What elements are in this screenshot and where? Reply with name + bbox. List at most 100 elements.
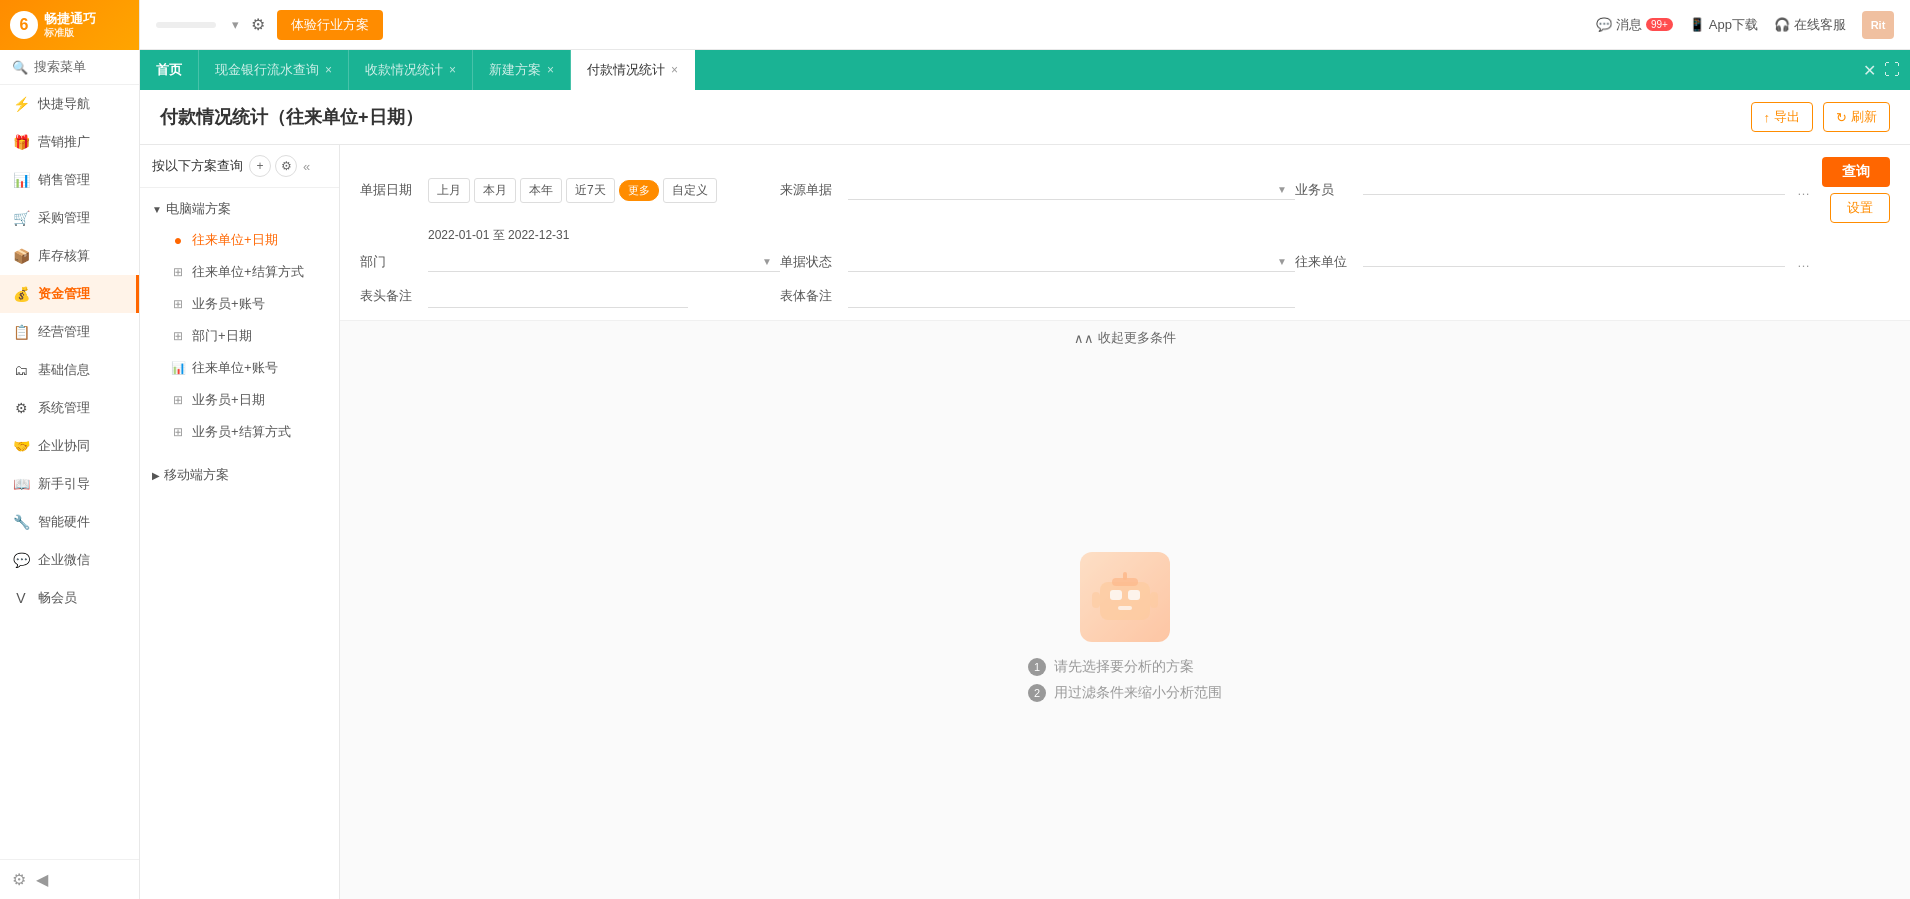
header-note-input[interactable] — [428, 284, 688, 308]
brand-text: 畅捷通巧 标准版 — [44, 11, 96, 39]
hardware-icon: 🔧 — [12, 513, 30, 531]
source-label: 来源单据 — [780, 181, 840, 199]
user-dropdown-icon[interactable]: ▾ — [232, 17, 239, 32]
scheme-item-unit-date[interactable]: ● 往来单位+日期 — [140, 224, 339, 256]
sidebar-search[interactable]: 🔍 搜索菜单 — [0, 50, 139, 85]
query-btn[interactable]: 查询 — [1822, 157, 1890, 187]
dept-label: 部门 — [360, 253, 420, 271]
sidebar-item-member[interactable]: V 畅会员 — [0, 579, 139, 617]
tab-home[interactable]: 首页 — [140, 50, 199, 90]
filter-actions: 查询 设置 — [1810, 157, 1890, 223]
tab-expand-icon[interactable]: ⛶ — [1884, 61, 1900, 79]
tab-new-scheme[interactable]: 新建方案 × — [473, 50, 571, 90]
scheme-settings-btn[interactable]: ⚙ — [275, 155, 297, 177]
source-dropdown-icon: ▼ — [1277, 184, 1287, 195]
scheme-item-unit-account[interactable]: 📊 往来单位+账号 — [140, 352, 339, 384]
topbar-settings-icon[interactable]: ⚙ — [251, 15, 265, 34]
counterpart-input-wrapper[interactable] — [1363, 258, 1785, 267]
date-btn-last-month[interactable]: 上月 — [428, 178, 470, 203]
filter-settings-btn[interactable]: 设置 — [1830, 193, 1890, 223]
doc-status-dropdown-icon: ▼ — [1277, 256, 1287, 267]
app-download-btn[interactable]: 📱 App下载 — [1689, 16, 1758, 34]
tab-close-all-icon[interactable]: ✕ — [1863, 61, 1876, 80]
scheme-add-btn[interactable]: + — [249, 155, 271, 177]
sidebar-item-capital[interactable]: 💰 资金管理 — [0, 275, 139, 313]
scheme-item-dept-date[interactable]: ⊞ 部门+日期 — [140, 320, 339, 352]
dept-dropdown-icon: ▼ — [762, 256, 772, 267]
scheme-item-unit-settle[interactable]: ⊞ 往来单位+结算方式 — [140, 256, 339, 288]
sidebar: 6 畅捷通巧 标准版 🔍 搜索菜单 ⚡ 快捷导航 🎁 营销推广 📊 销售管理 🛒… — [0, 0, 140, 899]
tab-close-receipt-stats[interactable]: × — [449, 63, 456, 77]
date-btn-this-month[interactable]: 本月 — [474, 178, 516, 203]
sidebar-item-hardware[interactable]: 🔧 智能硬件 — [0, 503, 139, 541]
collapse-filter-btn[interactable]: ∧∧ 收起更多条件 — [340, 320, 1910, 355]
service-btn[interactable]: 🎧 在线客服 — [1774, 16, 1846, 34]
dept-select[interactable]: ▼ — [428, 252, 780, 272]
filter-row-3: 表头备注 表体备注 — [360, 284, 1890, 308]
collapse-icon: ∧∧ — [1074, 331, 1094, 346]
filter-row-1: 单据日期 上月 本月 本年 近7天 更多 自定义 来源单据 — [360, 157, 1890, 223]
message-icon: 💬 — [1596, 17, 1612, 32]
refresh-btn[interactable]: ↻ 刷新 — [1823, 102, 1890, 132]
sidebar-item-purchase[interactable]: 🛒 采购管理 — [0, 199, 139, 237]
sidebar-item-quick-nav[interactable]: ⚡ 快捷导航 — [0, 85, 139, 123]
tabbar-actions: ✕ ⛶ — [1853, 50, 1910, 90]
sidebar-item-inventory[interactable]: 📦 库存核算 — [0, 237, 139, 275]
sidebar-item-wechat[interactable]: 💬 企业微信 — [0, 541, 139, 579]
date-btn-7days[interactable]: 近7天 — [566, 178, 615, 203]
scheme-panel-collapse-btn[interactable]: « — [303, 159, 310, 174]
staff-ellipsis-btn[interactable]: … — [1797, 183, 1810, 198]
inventory-icon: 📦 — [12, 247, 30, 265]
svg-rect-5 — [1123, 572, 1127, 580]
tab-close-bank-flow[interactable]: × — [325, 63, 332, 77]
sidebar-item-guide[interactable]: 📖 新手引导 — [0, 465, 139, 503]
tab-close-payment-stats[interactable]: × — [671, 63, 678, 77]
body-note-label: 表体备注 — [780, 287, 840, 305]
capital-icon: 💰 — [12, 285, 30, 303]
empty-state-illustration — [1080, 552, 1170, 642]
body-note-input[interactable] — [848, 284, 1295, 308]
trial-btn[interactable]: 体验行业方案 — [277, 10, 383, 40]
date-btn-more[interactable]: 更多 — [619, 180, 659, 201]
tab-receipt-stats[interactable]: 收款情况统计 × — [349, 50, 473, 90]
topbar: ▾ ⚙ 体验行业方案 💬 消息 99+ 📱 App下载 🎧 在线客服 Rit — [140, 0, 1910, 50]
topbar-right: 💬 消息 99+ 📱 App下载 🎧 在线客服 Rit — [1596, 11, 1894, 39]
date-btn-this-year[interactable]: 本年 — [520, 178, 562, 203]
sidebar-item-enterprise[interactable]: 🤝 企业协同 — [0, 427, 139, 465]
quick-nav-icon: ⚡ — [12, 95, 30, 113]
filter-form: 单据日期 上月 本月 本年 近7天 更多 自定义 来源单据 — [340, 145, 1910, 320]
system-icon: ⚙ — [12, 399, 30, 417]
scheme-group-mobile-header[interactable]: ▶ 移动端方案 — [140, 460, 339, 490]
doc-status-select[interactable]: ▼ — [848, 252, 1295, 272]
source-select[interactable]: ▼ — [848, 180, 1295, 200]
export-btn[interactable]: ↑ 导出 — [1751, 102, 1814, 132]
filter-row-2: 部门 ▼ 单据状态 ▼ — [360, 252, 1890, 272]
scheme-item-grid-icon-2: ⊞ — [170, 296, 186, 312]
scheme-item-staff-date[interactable]: ⊞ 业务员+日期 — [140, 384, 339, 416]
date-btn-custom[interactable]: 自定义 — [663, 178, 717, 203]
filter-dept-col: 部门 ▼ — [360, 252, 780, 272]
sidebar-settings-btn[interactable]: ⚙ — [12, 870, 26, 889]
sidebar-item-system[interactable]: ⚙ 系统管理 — [0, 389, 139, 427]
filter-header-note-col: 表头备注 — [360, 284, 780, 308]
sidebar-nav: ⚡ 快捷导航 🎁 营销推广 📊 销售管理 🛒 采购管理 📦 库存核算 💰 资金管… — [0, 85, 139, 859]
sidebar-item-marketing[interactable]: 🎁 营销推广 — [0, 123, 139, 161]
header-note-label: 表头备注 — [360, 287, 420, 305]
scheme-panel-header: 按以下方案查询 + ⚙ « — [140, 145, 339, 188]
avatar[interactable]: Rit — [1862, 11, 1894, 39]
scheme-item-staff-account[interactable]: ⊞ 业务员+账号 — [140, 288, 339, 320]
scheme-item-staff-settle[interactable]: ⊞ 业务员+结算方式 — [140, 416, 339, 448]
messages-btn[interactable]: 💬 消息 99+ — [1596, 16, 1673, 34]
sidebar-item-sales[interactable]: 📊 销售管理 — [0, 161, 139, 199]
tab-bank-flow[interactable]: 现金银行流水查询 × — [199, 50, 349, 90]
tab-payment-stats[interactable]: 付款情况统计 × — [571, 50, 695, 90]
scheme-group-desktop-header[interactable]: ▼ 电脑端方案 — [140, 194, 339, 224]
sidebar-item-basic[interactable]: 🗂 基础信息 — [0, 351, 139, 389]
sidebar-item-operation[interactable]: 📋 经营管理 — [0, 313, 139, 351]
tab-close-new-scheme[interactable]: × — [547, 63, 554, 77]
sidebar-collapse-btn[interactable]: ◀ — [36, 870, 48, 889]
page-area: 付款情况统计（往来单位+日期） ↑ 导出 ↻ 刷新 按以下方案查询 + — [140, 90, 1910, 899]
tabbar: 首页 现金银行流水查询 × 收款情况统计 × 新建方案 × 付款情况统计 × ✕… — [140, 50, 1910, 90]
counterpart-ellipsis-btn[interactable]: … — [1797, 255, 1810, 270]
date-label: 单据日期 — [360, 181, 420, 199]
